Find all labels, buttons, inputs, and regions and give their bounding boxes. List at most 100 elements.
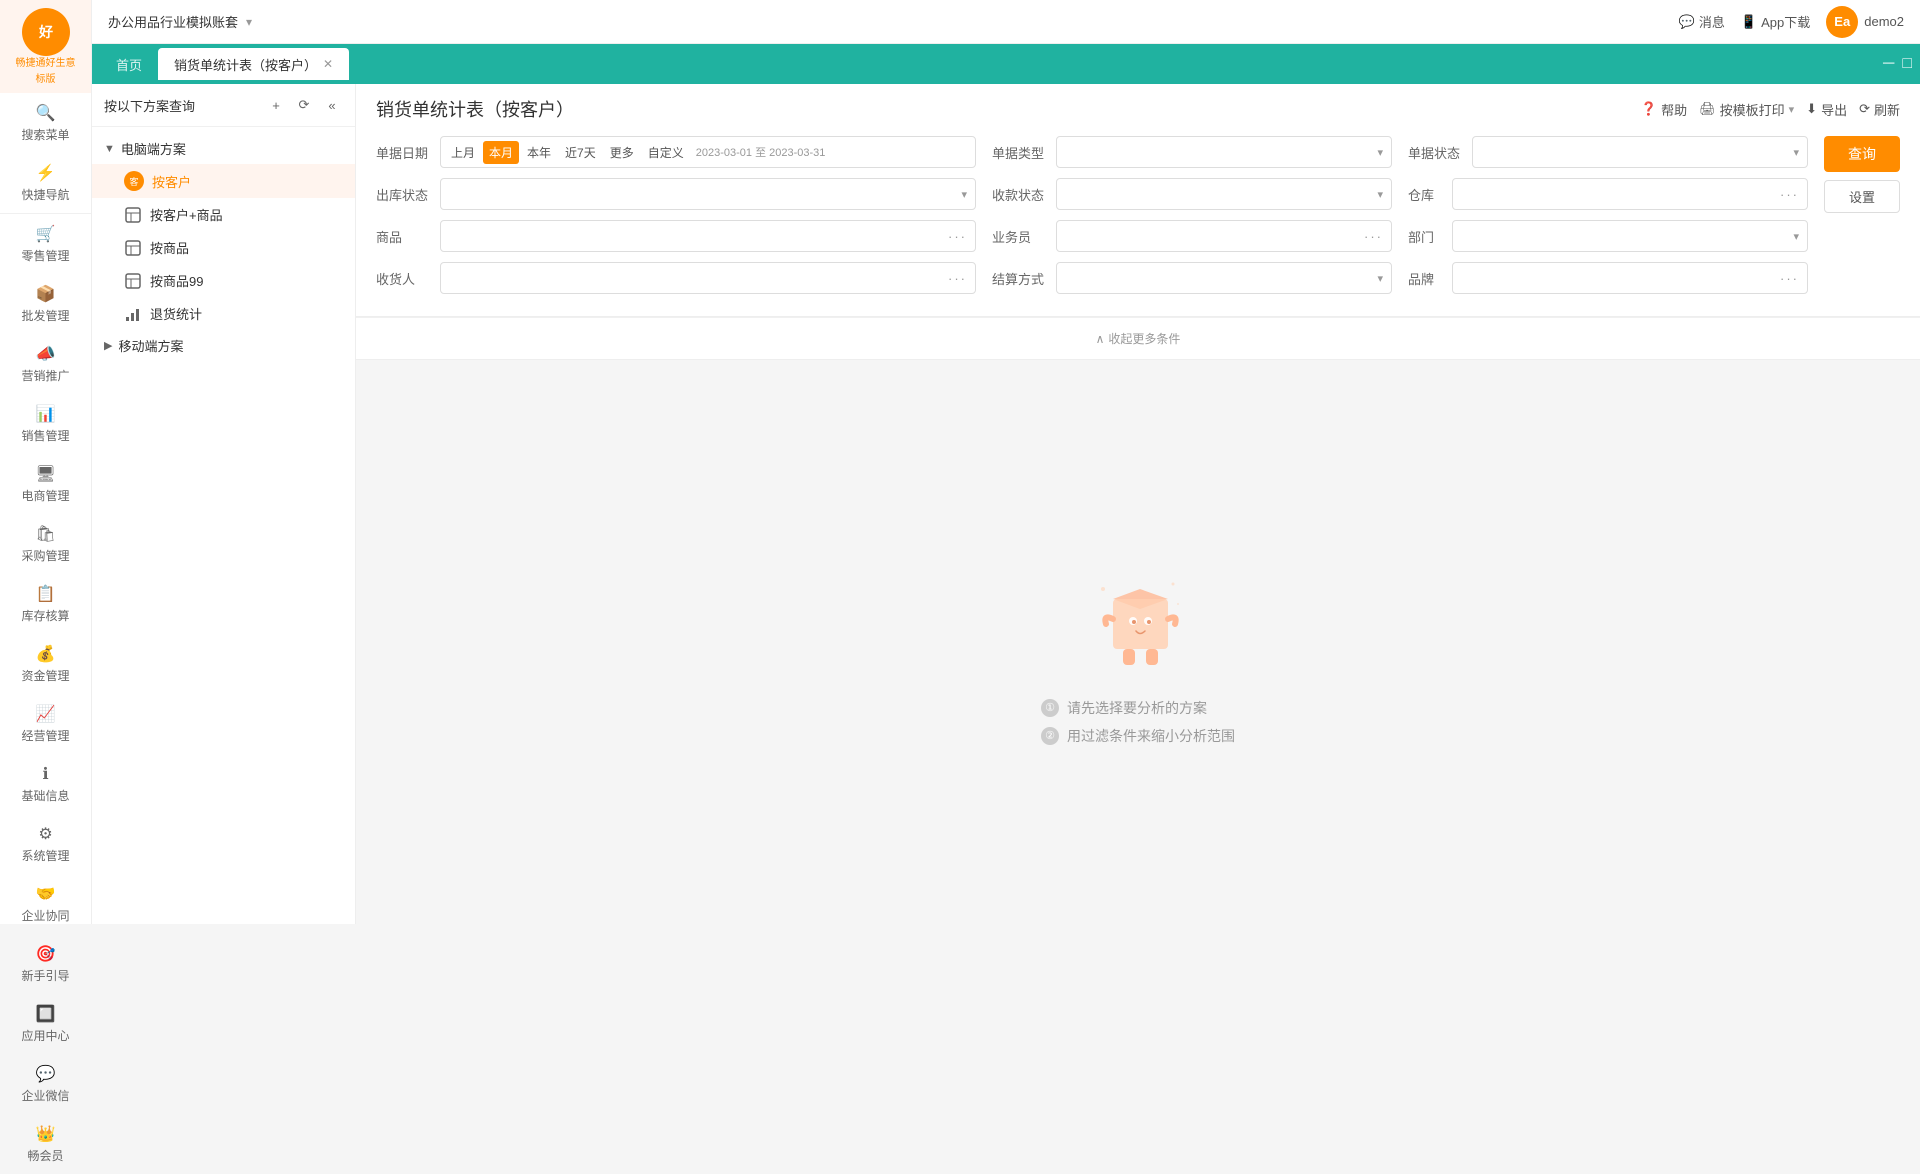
warehouse-label: 仓库	[1408, 185, 1444, 204]
vip-icon: 👑	[36, 1124, 56, 1144]
main-area: 办公用品行业模拟账套 ▾ 💬 消息 📱 App下载 Ea demo2	[92, 0, 1920, 924]
refresh-btn[interactable]: ⟳ 刷新	[1859, 100, 1900, 119]
out-status-chevron: ▾	[961, 188, 967, 201]
sidebar-item-retail[interactable]: 🛒 零售管理	[0, 214, 91, 274]
print-btn[interactable]: 🖨 按模板打印 ▾	[1699, 100, 1794, 119]
help-btn[interactable]: ❓ 帮助	[1641, 100, 1687, 119]
sidebar-item-app-center[interactable]: 🔲 应用中心	[0, 994, 91, 1054]
date-tab-this-month[interactable]: 本月	[483, 141, 519, 164]
sidebar-item-enterprise-wechat[interactable]: 💬 企业微信	[0, 1054, 91, 1114]
brand-label: 品牌	[1408, 269, 1444, 288]
sidebar-item-vip[interactable]: 👑 畅会员	[0, 1114, 91, 1174]
search-icon: 🔍	[36, 103, 56, 123]
scheme-item-label-by-goods: 按商品	[150, 238, 189, 257]
scheme-group-desktop[interactable]: ▼ 电脑端方案	[92, 133, 355, 164]
sidebar-item-search[interactable]: 🔍 搜索菜单	[0, 93, 91, 153]
scheme-item-by-customer[interactable]: 客 按客户	[92, 164, 355, 198]
print-dropdown-icon[interactable]: ▾	[1789, 103, 1795, 116]
scheme-group-mobile[interactable]: ▶ 移动端方案	[92, 330, 355, 361]
sidebar-item-purchase[interactable]: 🛍 采购管理	[0, 514, 91, 574]
settlement-input[interactable]: ▾	[1056, 262, 1392, 294]
goods-dots: ···	[948, 229, 967, 244]
refresh-scheme-btn[interactable]: ⟳	[293, 94, 315, 116]
message-action[interactable]: 💬 消息	[1679, 12, 1725, 31]
window-minimize-btn[interactable]: ─	[1883, 55, 1894, 73]
collapse-panel-btn[interactable]: «	[321, 94, 343, 116]
window-maximize-btn[interactable]: □	[1902, 55, 1912, 73]
warehouse-dots: ···	[1780, 187, 1799, 202]
finance-icon: 💰	[36, 644, 56, 664]
tab-close-icon[interactable]: ✕	[323, 57, 333, 71]
department-input[interactable]: ▾	[1452, 220, 1808, 252]
marketing-icon: 📣	[36, 344, 56, 364]
enterprise-wechat-icon: 💬	[36, 1064, 56, 1084]
topbar: 办公用品行业模拟账套 ▾ 💬 消息 📱 App下载 Ea demo2	[92, 0, 1920, 44]
date-tab-custom[interactable]: 自定义	[642, 141, 690, 164]
order-type-label: 单据类型	[992, 143, 1048, 162]
content-area: 按以下方案查询 + ⟳ «	[92, 84, 1920, 924]
warehouse-input[interactable]: ···	[1452, 178, 1808, 210]
salesperson-input[interactable]: ···	[1056, 220, 1392, 252]
sidebar-item-finance[interactable]: 💰 资金管理	[0, 634, 91, 694]
scheme-item-label-by-goods-99: 按商品99	[150, 271, 203, 290]
sidebar-item-system[interactable]: ⚙ 系统管理	[0, 814, 91, 874]
tab-sales-stats[interactable]: 销货单统计表（按客户） ✕	[158, 48, 349, 80]
left-panel-actions: + ⟳ «	[265, 94, 343, 116]
order-status-chevron: ▾	[1793, 146, 1799, 159]
tab-home[interactable]: 首页	[100, 48, 158, 80]
order-status-label: 单据状态	[1408, 143, 1464, 162]
sales-icon: 📊	[36, 404, 56, 424]
sidebar-item-onboarding[interactable]: 🎯 新手引导	[0, 934, 91, 994]
scheme-item-return-stats[interactable]: 退货统计	[92, 297, 355, 330]
department-chevron: ▾	[1793, 230, 1799, 243]
date-filter-label: 单据日期	[376, 143, 432, 162]
goods-input[interactable]: ···	[440, 220, 976, 252]
date-tab-more[interactable]: 更多	[604, 141, 640, 164]
chevron-down-icon: ▼	[104, 143, 115, 155]
app-download-action[interactable]: 📱 App下载	[1741, 12, 1810, 31]
pay-status-input[interactable]: ▾	[1056, 178, 1392, 210]
operations-icon: 📈	[36, 704, 56, 724]
sidebar-item-operations[interactable]: 📈 经营管理	[0, 694, 91, 754]
scheme-item-by-goods[interactable]: 按商品	[92, 231, 355, 264]
query-button[interactable]: 查询	[1824, 136, 1900, 172]
sidebar-item-ecommerce[interactable]: 🖥 电商管理	[0, 454, 91, 514]
order-status-input[interactable]: ▾	[1472, 136, 1808, 168]
receiver-input[interactable]: ···	[440, 262, 976, 294]
sidebar-item-basic-info[interactable]: ℹ 基础信息	[0, 754, 91, 814]
empty-state: ① 请先选择要分析的方案 ② 用过滤条件来缩小分析范围	[356, 360, 1920, 924]
date-tab-last-7[interactable]: 近7天	[559, 141, 602, 164]
basic-info-icon: ℹ	[42, 764, 48, 784]
pay-status-label: 收款状态	[992, 185, 1048, 204]
topbar-left: 办公用品行业模拟账套 ▾	[108, 12, 252, 31]
add-scheme-btn[interactable]: +	[265, 94, 287, 116]
scheme-item-by-goods-99[interactable]: 按商品99	[92, 264, 355, 297]
collapse-button[interactable]: ∧ 收起更多条件	[1084, 326, 1193, 351]
order-type-input[interactable]: ▾	[1056, 136, 1392, 168]
brand-input[interactable]: ···	[1452, 262, 1808, 294]
out-status-input[interactable]: ▾	[440, 178, 976, 210]
date-tab-this-year[interactable]: 本年	[521, 141, 557, 164]
sidebar-item-cooperation[interactable]: 🤝 企业协同	[0, 874, 91, 934]
scheme-item-label-by-customer: 按客户	[152, 172, 191, 191]
wholesale-icon: 📦	[36, 284, 56, 304]
scheme-item-customer-goods[interactable]: 按客户+商品	[92, 198, 355, 231]
user-profile[interactable]: Ea demo2	[1826, 6, 1904, 38]
tab-bar: 首页 销货单统计表（按客户） ✕ ─ □	[92, 44, 1920, 84]
sidebar-item-quick-nav[interactable]: ⚡ 快捷导航	[0, 153, 91, 213]
sidebar-item-wholesale[interactable]: 📦 批发管理	[0, 274, 91, 334]
app-center-icon: 🔲	[36, 1004, 56, 1024]
settings-button[interactable]: 设置	[1824, 180, 1900, 213]
date-tab-last-month[interactable]: 上月	[445, 141, 481, 164]
settlement-chevron: ▾	[1377, 272, 1383, 285]
onboarding-icon: 🎯	[36, 944, 56, 964]
export-btn[interactable]: ⬇ 导出	[1806, 100, 1847, 119]
logo-text: 畅捷通好生意	[16, 58, 76, 70]
topbar-dropdown[interactable]: ▾	[246, 15, 252, 29]
sidebar-item-inventory[interactable]: 📋 库存核算	[0, 574, 91, 634]
sidebar-item-sales[interactable]: 📊 销售管理	[0, 394, 91, 454]
empty-state-item-2: ② 用过滤条件来缩小分析范围	[1041, 726, 1235, 746]
quick-nav-icon: ⚡	[36, 163, 56, 183]
pay-status-chevron: ▾	[1377, 188, 1383, 201]
sidebar-item-marketing[interactable]: 📣 营销推广	[0, 334, 91, 394]
